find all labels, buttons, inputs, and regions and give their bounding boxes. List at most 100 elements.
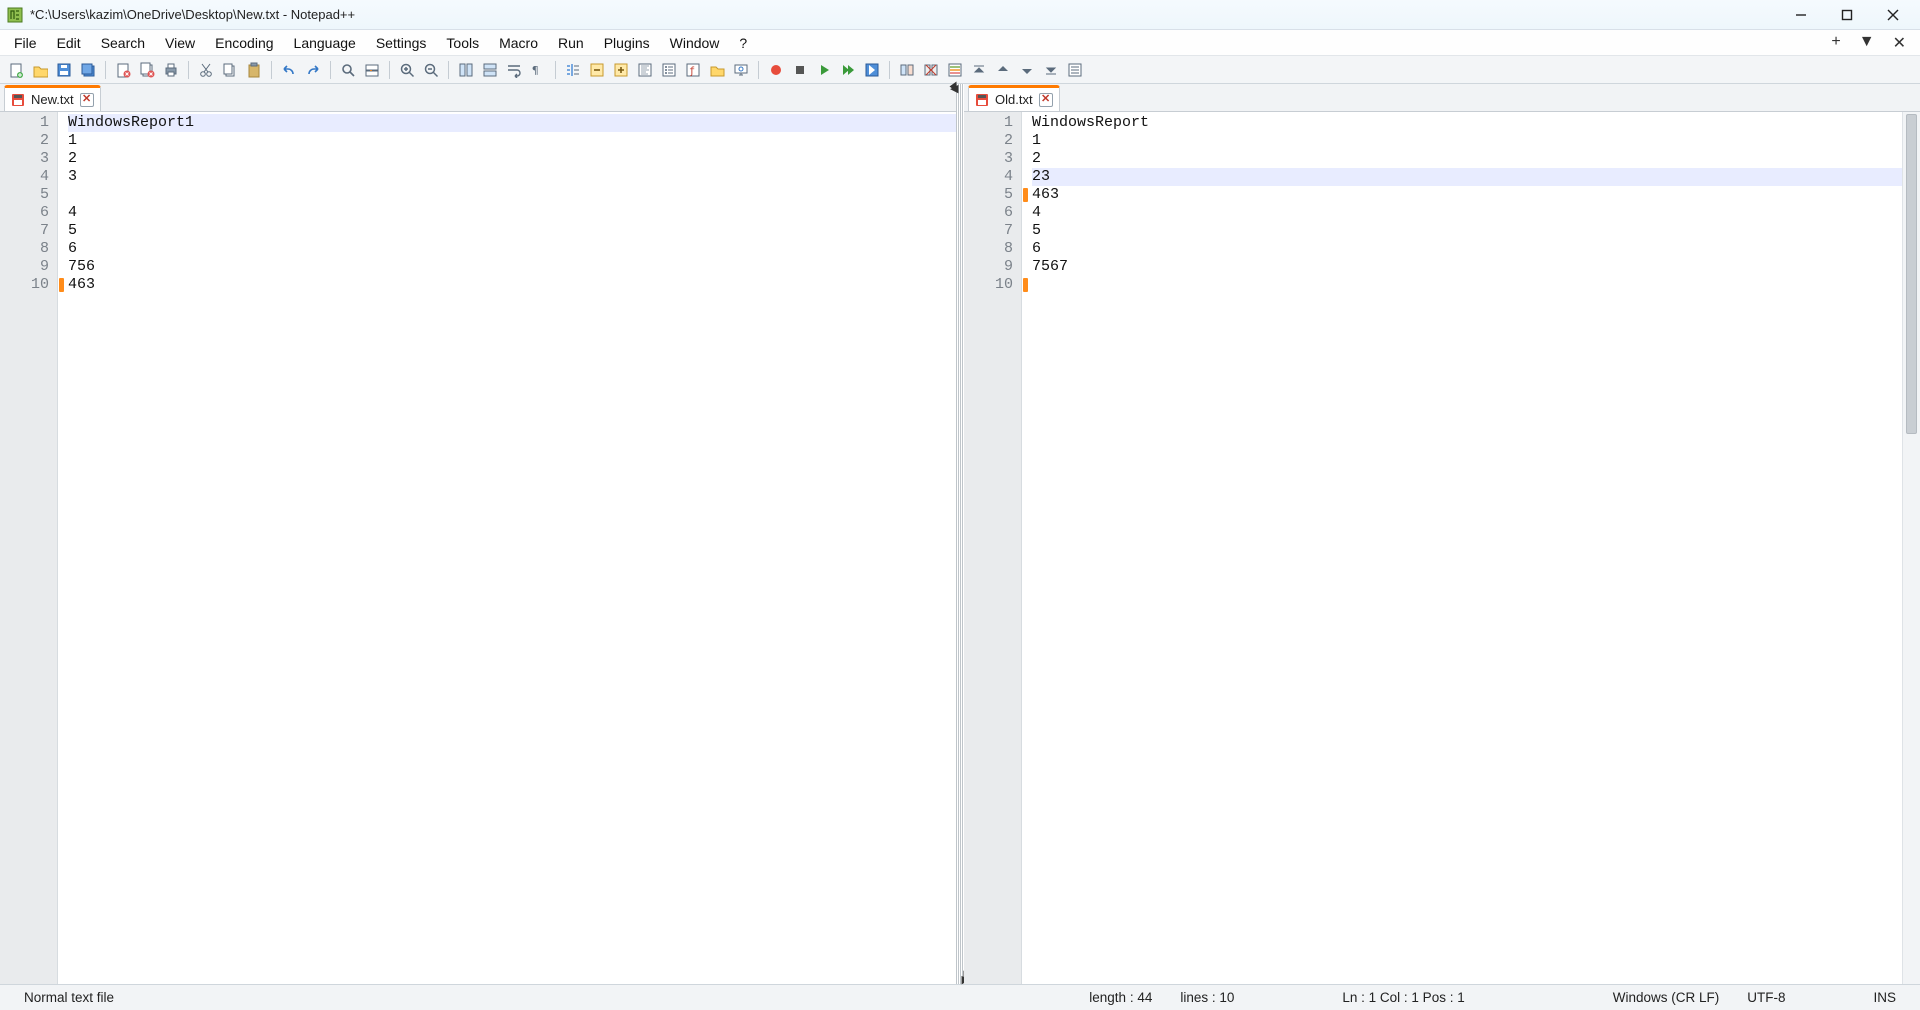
compare-icon[interactable] — [897, 60, 917, 80]
play-multi-icon[interactable] — [838, 60, 858, 80]
menu-view[interactable]: View — [155, 32, 205, 54]
copy-icon[interactable] — [220, 60, 240, 80]
doc-map-icon[interactable] — [635, 60, 655, 80]
code-line[interactable]: 1 — [1032, 132, 1902, 150]
change-marker-icon — [1023, 188, 1028, 202]
code-line[interactable] — [68, 186, 956, 204]
save-all-icon[interactable] — [78, 60, 98, 80]
tab-close-button[interactable]: ✕ — [80, 93, 94, 107]
code-line[interactable]: 463 — [68, 276, 956, 294]
line-number: 5 — [0, 186, 49, 204]
code-line[interactable]: 5 — [68, 222, 956, 240]
menu-run[interactable]: Run — [548, 32, 594, 54]
tab-new-txt[interactable]: New.txt ✕ — [4, 85, 101, 111]
code-line[interactable]: 463 — [1032, 186, 1902, 204]
left-editor[interactable]: 12345678910 WindowsReport1123456756463 — [0, 112, 956, 984]
find-icon[interactable] — [338, 60, 358, 80]
code-line[interactable] — [1032, 276, 1902, 294]
code-line[interactable]: 2 — [68, 150, 956, 168]
open-file-icon[interactable] — [30, 60, 50, 80]
menu-window[interactable]: Window — [660, 32, 730, 54]
right-scrollbar[interactable] — [1902, 112, 1920, 984]
menu-search[interactable]: Search — [91, 32, 155, 54]
new-tab-plus-button[interactable]: + — [1827, 31, 1844, 55]
left-tabbar: New.txt ✕ — [0, 84, 956, 112]
menu-plugins[interactable]: Plugins — [594, 32, 660, 54]
menu-tools[interactable]: Tools — [436, 32, 489, 54]
paste-icon[interactable] — [244, 60, 264, 80]
sync-h-icon[interactable] — [480, 60, 500, 80]
next-diff-icon[interactable] — [1017, 60, 1037, 80]
last-diff-icon[interactable] — [1041, 60, 1061, 80]
indent-guide-icon[interactable] — [563, 60, 583, 80]
compare-nav-icon[interactable] — [945, 60, 965, 80]
zoom-out-icon[interactable] — [421, 60, 441, 80]
doc-list-icon[interactable] — [659, 60, 679, 80]
dropdown-arrow-button[interactable]: ▼ — [1855, 31, 1879, 55]
pane-splitter[interactable]: ◀ ▶ — [956, 84, 964, 984]
code-line[interactable]: 3 — [68, 168, 956, 186]
show-all-icon[interactable]: ¶ — [528, 60, 548, 80]
maximize-button[interactable] — [1824, 1, 1870, 29]
monitor-icon[interactable] — [731, 60, 751, 80]
status-encoding[interactable]: UTF-8 — [1733, 990, 1799, 1005]
close-tab-x-button[interactable]: ✕ — [1889, 31, 1910, 55]
code-line[interactable]: WindowsReport1 — [68, 114, 956, 132]
print-icon[interactable] — [161, 60, 181, 80]
cut-icon[interactable] — [196, 60, 216, 80]
code-line[interactable]: WindowsReport — [1032, 114, 1902, 132]
record-icon[interactable] — [766, 60, 786, 80]
fold-all-icon[interactable] — [587, 60, 607, 80]
line-number: 3 — [964, 150, 1013, 168]
code-line[interactable]: 4 — [1032, 204, 1902, 222]
menu-macro[interactable]: Macro — [489, 32, 548, 54]
first-diff-icon[interactable] — [969, 60, 989, 80]
undo-icon[interactable] — [279, 60, 299, 80]
tab-old-txt[interactable]: Old.txt ✕ — [968, 85, 1060, 111]
line-number: 3 — [0, 150, 49, 168]
menu-file[interactable]: File — [4, 32, 47, 54]
folder-icon[interactable] — [707, 60, 727, 80]
unfold-all-icon[interactable] — [611, 60, 631, 80]
code-line[interactable]: 756 — [68, 258, 956, 276]
svg-text:¶: ¶ — [532, 64, 539, 77]
replace-icon[interactable] — [362, 60, 382, 80]
code-line[interactable]: 5 — [1032, 222, 1902, 240]
tab-close-button[interactable]: ✕ — [1039, 93, 1053, 107]
stop-icon[interactable] — [790, 60, 810, 80]
menu-help[interactable]: ? — [729, 32, 757, 54]
code-line[interactable]: 23 — [1032, 168, 1902, 186]
code-line[interactable]: 2 — [1032, 150, 1902, 168]
status-insert-mode[interactable]: INS — [1859, 990, 1910, 1005]
minimize-button[interactable] — [1778, 1, 1824, 29]
close-all-icon[interactable] — [137, 60, 157, 80]
menu-encoding[interactable]: Encoding — [205, 32, 283, 54]
zoom-in-icon[interactable] — [397, 60, 417, 80]
save-icon[interactable] — [54, 60, 74, 80]
save-macro-icon[interactable] — [862, 60, 882, 80]
toolbar-separator — [555, 61, 556, 79]
compare-clear-icon[interactable] — [921, 60, 941, 80]
new-file-icon[interactable] — [6, 60, 26, 80]
play-icon[interactable] — [814, 60, 834, 80]
right-editor[interactable]: 12345678910 WindowsReport12234634567567 — [964, 112, 1920, 984]
code-line[interactable]: 6 — [1032, 240, 1902, 258]
menu-settings[interactable]: Settings — [366, 32, 437, 54]
code-line[interactable]: 1 — [68, 132, 956, 150]
func-list-icon[interactable]: ƒ — [683, 60, 703, 80]
code-line[interactable]: 4 — [68, 204, 956, 222]
wrap-icon[interactable] — [504, 60, 524, 80]
sync-v-icon[interactable] — [456, 60, 476, 80]
redo-icon[interactable] — [303, 60, 323, 80]
diff-options-icon[interactable] — [1065, 60, 1085, 80]
code-line[interactable]: 7567 — [1032, 258, 1902, 276]
menu-edit[interactable]: Edit — [47, 32, 91, 54]
close-file-icon[interactable] — [113, 60, 133, 80]
status-eol[interactable]: Windows (CR LF) — [1599, 990, 1734, 1005]
menu-language[interactable]: Language — [284, 32, 366, 54]
code-line[interactable]: 6 — [68, 240, 956, 258]
left-code[interactable]: WindowsReport1123 456756463 — [66, 112, 956, 984]
right-code[interactable]: WindowsReport12234634567567 — [1030, 112, 1902, 984]
close-window-button[interactable] — [1870, 1, 1916, 29]
prev-diff-icon[interactable] — [993, 60, 1013, 80]
